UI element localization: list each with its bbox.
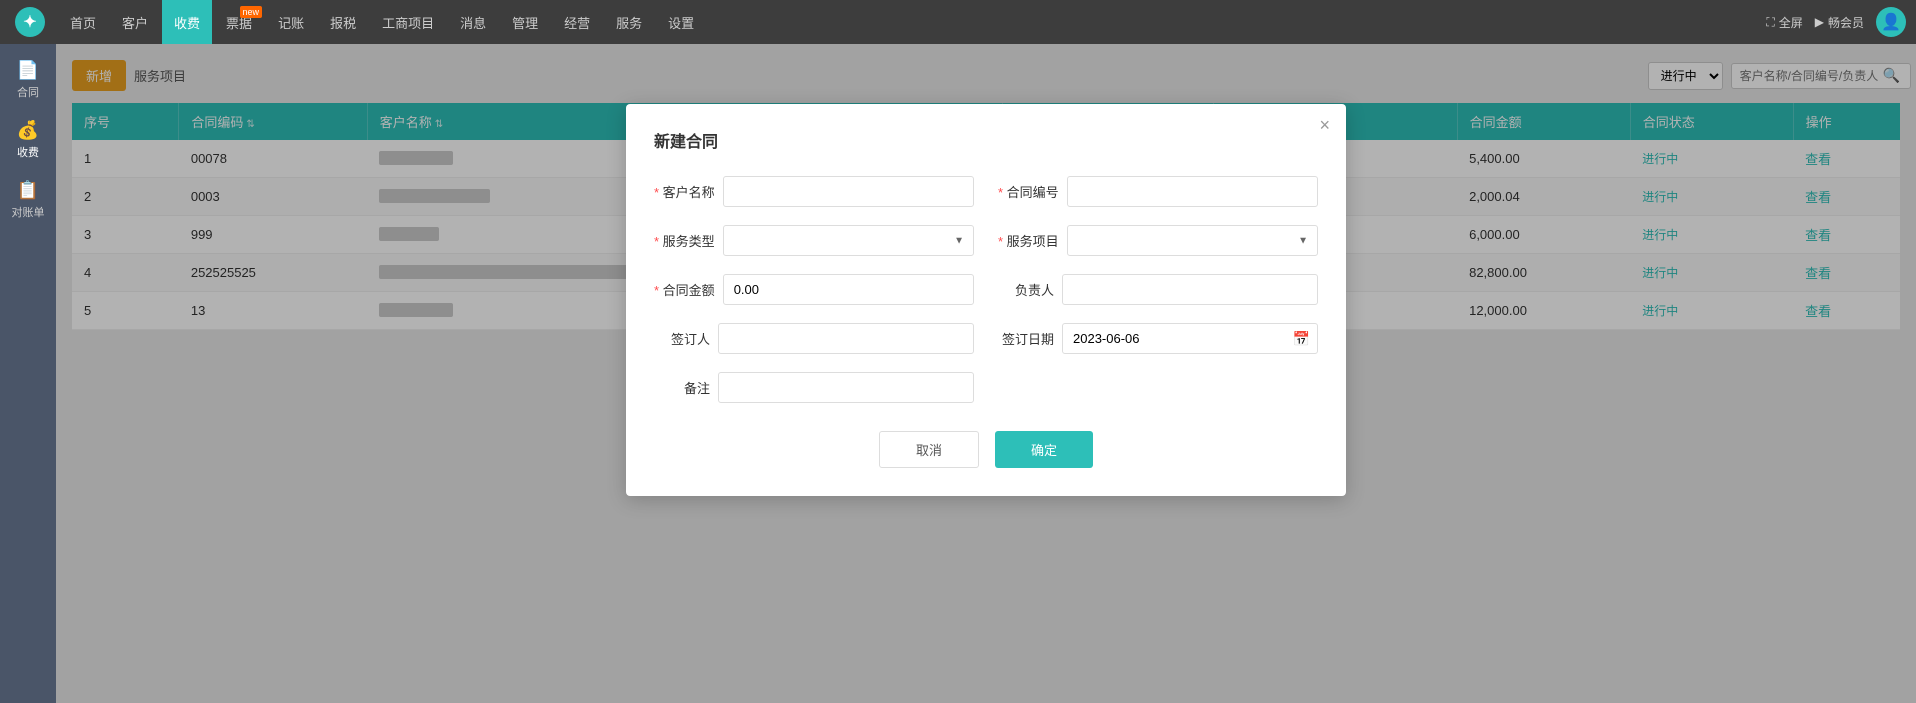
form-group-customer: 客户名称 (654, 176, 974, 207)
nav-manage[interactable]: 管理 (500, 0, 550, 44)
nav-customer[interactable]: 客户 (110, 0, 160, 44)
fullscreen-icon: ⛶ (1766, 15, 1774, 30)
nav-services[interactable]: 服务 (604, 0, 654, 44)
form-group-amount: 合同金额 (654, 274, 974, 305)
form-group-signer: 签订人 (654, 323, 974, 354)
contract-amount-input[interactable] (723, 274, 974, 305)
new-badge: new (240, 6, 263, 18)
customer-name-label: 客户名称 (654, 182, 715, 201)
note-label: 备注 (654, 378, 710, 397)
form-group-note: 备注 (654, 372, 974, 403)
top-nav: ✦ 首页 客户 收费 票据 new 记账 报税 工商项目 消息 管理 经营 服务… (0, 0, 1916, 44)
nav-business[interactable]: 工商项目 (370, 0, 446, 44)
logo-icon: ✦ (15, 7, 45, 37)
form-row-1: 客户名称 合同编号 (654, 176, 1318, 207)
contract-icon: 📄 (17, 60, 39, 81)
nav-tax[interactable]: 报税 (318, 0, 368, 44)
service-item-select[interactable] (1067, 225, 1318, 256)
sidebar: 📄 合同 💰 收费 📋 对账单 (0, 44, 56, 703)
service-type-label: 服务类型 (654, 231, 715, 250)
modal-close-button[interactable]: × (1319, 116, 1330, 134)
form-row-2: 服务类型 服务项目 (654, 225, 1318, 256)
sign-date-input[interactable] (1062, 323, 1318, 354)
cancel-button[interactable]: 取消 (879, 431, 979, 468)
service-item-label: 服务项目 (998, 231, 1059, 250)
modal-overlay: × 新建合同 客户名称 合同编号 服务类型 (56, 44, 1916, 703)
modal-title: 新建合同 (654, 128, 1318, 152)
form-row-4: 签订人 签订日期 (654, 323, 1318, 354)
sidebar-item-statement[interactable]: 📋 对账单 (3, 172, 53, 228)
main-layout: 📄 合同 💰 收费 📋 对账单 新增 服务项目 进行中 已完成 已终止 (0, 44, 1916, 703)
form-row-3: 合同金额 负责人 (654, 274, 1318, 305)
new-contract-modal: × 新建合同 客户名称 合同编号 服务类型 (626, 104, 1346, 496)
form-row-5: 备注 (654, 372, 1318, 403)
form-group-service-item: 服务项目 (998, 225, 1318, 256)
service-item-wrapper (1067, 225, 1318, 256)
nav-operations[interactable]: 经营 (552, 0, 602, 44)
service-type-select[interactable] (723, 225, 974, 256)
nav-home[interactable]: 首页 (58, 0, 108, 44)
form-group-responsible: 负责人 (998, 274, 1318, 305)
note-input[interactable] (718, 372, 974, 403)
customer-name-input[interactable] (723, 176, 974, 207)
service-type-wrapper (723, 225, 974, 256)
modal-footer: 取消 确定 (654, 431, 1318, 468)
form-group-sign-date: 签订日期 (998, 323, 1318, 354)
form-group-service-type: 服务类型 (654, 225, 974, 256)
contract-amount-label: 合同金额 (654, 280, 715, 299)
nav-settings[interactable]: 设置 (656, 0, 706, 44)
nav-messages[interactable]: 消息 (448, 0, 498, 44)
fullscreen-button[interactable]: ⛶ 全屏 (1766, 14, 1802, 31)
nav-right: ⛶ 全屏 ▶ 畅会员 👤 (1766, 7, 1906, 37)
sign-date-label: 签订日期 (998, 329, 1054, 348)
nav-fees[interactable]: 收费 (162, 0, 212, 44)
user-avatar[interactable]: 👤 (1876, 7, 1906, 37)
logo[interactable]: ✦ (10, 0, 50, 44)
sidebar-item-contract[interactable]: 📄 合同 (3, 52, 53, 108)
statement-icon: 📋 (17, 180, 39, 201)
nav-items: 首页 客户 收费 票据 new 记账 报税 工商项目 消息 管理 经营 服务 设… (58, 0, 1766, 44)
fees-icon: 💰 (17, 120, 39, 141)
sign-date-wrapper (1062, 323, 1318, 354)
nav-bills[interactable]: 票据 new (214, 0, 264, 44)
contract-no-label: 合同编号 (998, 182, 1059, 201)
vip-button[interactable]: ▶ 畅会员 (1815, 14, 1864, 31)
form-group-contract-no: 合同编号 (998, 176, 1318, 207)
vip-icon: ▶ (1815, 15, 1824, 29)
contract-no-input[interactable] (1067, 176, 1318, 207)
responsible-person-label: 负责人 (998, 280, 1054, 299)
content-area: 新增 服务项目 进行中 已完成 已终止 🔍 序号 合同编码⇅ (56, 44, 1916, 703)
sidebar-item-fees[interactable]: 💰 收费 (3, 112, 53, 168)
signer-input[interactable] (718, 323, 974, 354)
confirm-button[interactable]: 确定 (995, 431, 1093, 468)
signer-label: 签订人 (654, 329, 710, 348)
responsible-person-input[interactable] (1062, 274, 1318, 305)
nav-bookkeeping[interactable]: 记账 (266, 0, 316, 44)
